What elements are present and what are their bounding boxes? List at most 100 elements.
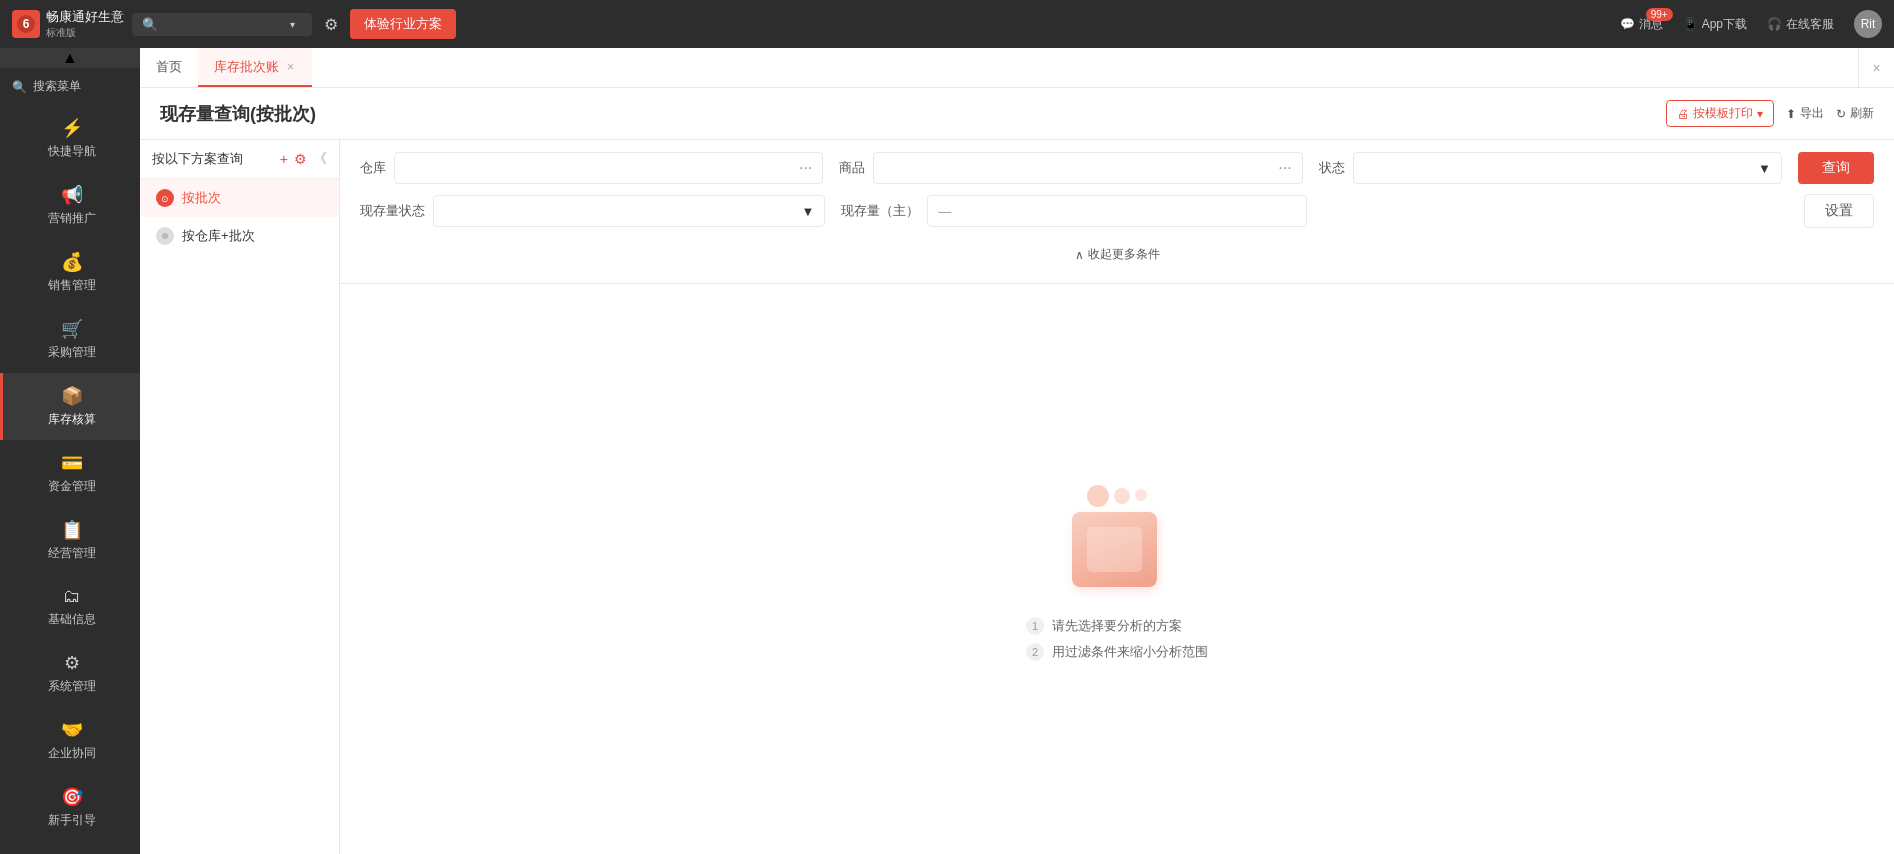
refresh-button[interactable]: ↻ 刷新 <box>1836 105 1874 122</box>
inventory-status-dropdown-icon: ▼ <box>801 204 814 219</box>
inventory-icon: 📦 <box>61 385 83 407</box>
sidebar-item-basic[interactable]: 🗂 基础信息 <box>0 574 140 640</box>
svg-point-5 <box>162 233 168 239</box>
page-content: 现存量查询(按批次) 🖨 按模板打印 ▾ ⬆ 导出 ↻ 刷新 <box>140 88 1894 854</box>
messages-action[interactable]: 💬 消息 99+ <box>1620 16 1663 33</box>
product-input[interactable]: ··· <box>873 152 1302 184</box>
collapse-more-button[interactable]: ∧ 收起更多条件 <box>360 238 1874 271</box>
warehouse-label: 仓库 <box>360 159 386 177</box>
sidebar-item-inventory[interactable]: 📦 库存核算 <box>0 373 140 440</box>
tab-home[interactable]: 首页 <box>140 48 198 87</box>
sidebar-item-enterprise-collab[interactable]: 🤝 企业协同 <box>0 707 140 774</box>
dropdown-arrow-icon[interactable]: ▾ <box>290 19 295 30</box>
sidebar-item-marketing[interactable]: 📢 营销推广 <box>0 172 140 239</box>
header-left: 6 畅康通好生意 标准版 🔍 ▾ ⚙ 体验行业方案 <box>12 8 456 40</box>
tip-1-num: 1 <box>1026 617 1044 635</box>
header-search-box[interactable]: 🔍 ▾ <box>132 13 312 36</box>
plan-icon-active: ⊙ <box>156 189 174 207</box>
marketing-icon: 📢 <box>61 184 83 206</box>
sidebar-search-item[interactable]: 🔍 搜索菜单 <box>0 68 140 105</box>
search-icon: 🔍 <box>142 17 158 32</box>
export-icon: ⬆ <box>1786 107 1796 121</box>
export-button[interactable]: ⬆ 导出 <box>1786 105 1824 122</box>
left-panel-header: 按以下方案查询 + ⚙ 《 <box>140 140 339 179</box>
right-content: 仓库 ··· 商品 ··· <box>340 140 1894 854</box>
sidebar-item-finance[interactable]: 💳 资金管理 <box>0 440 140 507</box>
svg-text:6: 6 <box>23 17 30 31</box>
plan-label-by-batch: 按批次 <box>182 189 221 207</box>
sidebar-item-new-guide[interactable]: 🎯 新手引导 <box>0 774 140 841</box>
sidebar-item-operations[interactable]: 📋 经营管理 <box>0 507 140 574</box>
plan-icon-inactive <box>156 227 174 245</box>
system-icon: ⚙ <box>64 652 80 674</box>
print-label: 按模板打印 <box>1693 105 1753 122</box>
tab-bar-close-button[interactable]: × <box>1858 48 1894 87</box>
settings-icon[interactable]: ⚙ <box>320 11 342 38</box>
sidebar-item-label: 基础信息 <box>48 611 96 628</box>
plan-label-by-warehouse-batch: 按仓库+批次 <box>182 227 255 245</box>
left-panel: 按以下方案查询 + ⚙ 《 ⊙ <box>140 140 340 854</box>
inventory-qty-range[interactable]: — <box>927 195 1306 227</box>
filter-area: 仓库 ··· 商品 ··· <box>340 140 1894 284</box>
sidebar-item-sales[interactable]: 💰 销售管理 <box>0 239 140 306</box>
logo-icon: 6 <box>12 10 40 38</box>
app-download-action[interactable]: 📱 App下载 <box>1683 16 1747 33</box>
settings-button[interactable]: 设置 <box>1804 194 1874 228</box>
collapse-label: 收起更多条件 <box>1088 246 1160 263</box>
filter-row-2: 现存量状态 ▼ 现存量（主） — <box>360 194 1874 228</box>
purchase-icon: 🛒 <box>61 318 83 340</box>
new-guide-icon: 🎯 <box>61 786 83 808</box>
operations-icon: 📋 <box>61 519 83 541</box>
query-button[interactable]: 查询 <box>1798 152 1874 184</box>
empty-illustration <box>1057 477 1177 597</box>
plan-item-by-warehouse-batch[interactable]: 按仓库+批次 <box>140 217 339 255</box>
inventory-status-label: 现存量状态 <box>360 202 425 220</box>
range-dash: — <box>938 204 951 219</box>
sidebar-item-app-center[interactable]: 🔲 应用中心 <box>0 841 140 854</box>
print-dropdown-icon[interactable]: ▾ <box>1757 107 1763 121</box>
sidebar-item-label: 采购管理 <box>48 344 96 361</box>
search-input[interactable] <box>164 17 284 31</box>
online-service-label: 在线客服 <box>1786 16 1834 33</box>
collapse-icon: ∧ <box>1075 248 1084 262</box>
plan-settings-icon[interactable]: ⚙ <box>294 151 307 167</box>
sidebar-item-label: 库存核算 <box>48 411 96 428</box>
top-header: 6 畅康通好生意 标准版 🔍 ▾ ⚙ 体验行业方案 💬 消息 99+ 📱 App… <box>0 0 1894 48</box>
warehouse-input[interactable]: ··· <box>394 152 823 184</box>
tab-inventory-batch[interactable]: 库存批次账 × <box>198 48 312 87</box>
tip-2-text: 用过滤条件来缩小分析范围 <box>1052 643 1208 661</box>
refresh-label: 刷新 <box>1850 105 1874 122</box>
sidebar-item-label: 企业协同 <box>48 745 96 762</box>
print-button[interactable]: 🖨 按模板打印 ▾ <box>1666 100 1774 127</box>
tip-1-text: 请先选择要分析的方案 <box>1052 617 1182 635</box>
search-menu-icon: 🔍 <box>12 80 27 94</box>
headset-icon: 🎧 <box>1767 17 1782 31</box>
app-download-label: App下载 <box>1702 16 1747 33</box>
user-menu[interactable]: Rit <box>1854 10 1882 38</box>
sidebar: ▲ 🔍 搜索菜单 ⚡ 快捷导航 📢 营销推广 💰 销售管理 🛒 采购管理 📦 库… <box>0 48 140 854</box>
add-plan-icon[interactable]: + <box>280 151 288 167</box>
print-icon: 🖨 <box>1677 107 1689 121</box>
refresh-icon: ↻ <box>1836 107 1846 121</box>
online-service-action[interactable]: 🎧 在线客服 <box>1767 16 1834 33</box>
status-select[interactable]: ▼ <box>1353 152 1782 184</box>
export-label: 导出 <box>1800 105 1824 122</box>
inventory-status-select[interactable]: ▼ <box>433 195 825 227</box>
close-all-icon: × <box>1872 60 1880 76</box>
filter-row-1: 仓库 ··· 商品 ··· <box>360 152 1874 184</box>
tab-bar: 首页 库存批次账 × × <box>140 48 1894 88</box>
sidebar-item-system[interactable]: ⚙ 系统管理 <box>0 640 140 707</box>
status-label: 状态 <box>1319 159 1345 177</box>
experience-button[interactable]: 体验行业方案 <box>350 9 456 39</box>
collapse-panel-icon[interactable]: 《 <box>313 150 327 168</box>
logo-text: 畅康通好生意 标准版 <box>46 8 124 40</box>
plan-item-by-batch[interactable]: ⊙ 按批次 <box>140 179 339 217</box>
inventory-qty-filter-field: 现存量（主） — <box>841 195 1306 227</box>
message-icon: 💬 <box>1620 17 1635 31</box>
sidebar-scroll-up[interactable]: ▲ <box>0 48 140 68</box>
sidebar-item-quick-nav[interactable]: ⚡ 快捷导航 <box>0 105 140 172</box>
sidebar-item-purchase[interactable]: 🛒 采购管理 <box>0 306 140 373</box>
logo-area: 6 畅康通好生意 标准版 <box>12 8 124 40</box>
tab-close-icon[interactable]: × <box>285 58 296 76</box>
page-header: 现存量查询(按批次) 🖨 按模板打印 ▾ ⬆ 导出 ↻ 刷新 <box>140 88 1894 140</box>
